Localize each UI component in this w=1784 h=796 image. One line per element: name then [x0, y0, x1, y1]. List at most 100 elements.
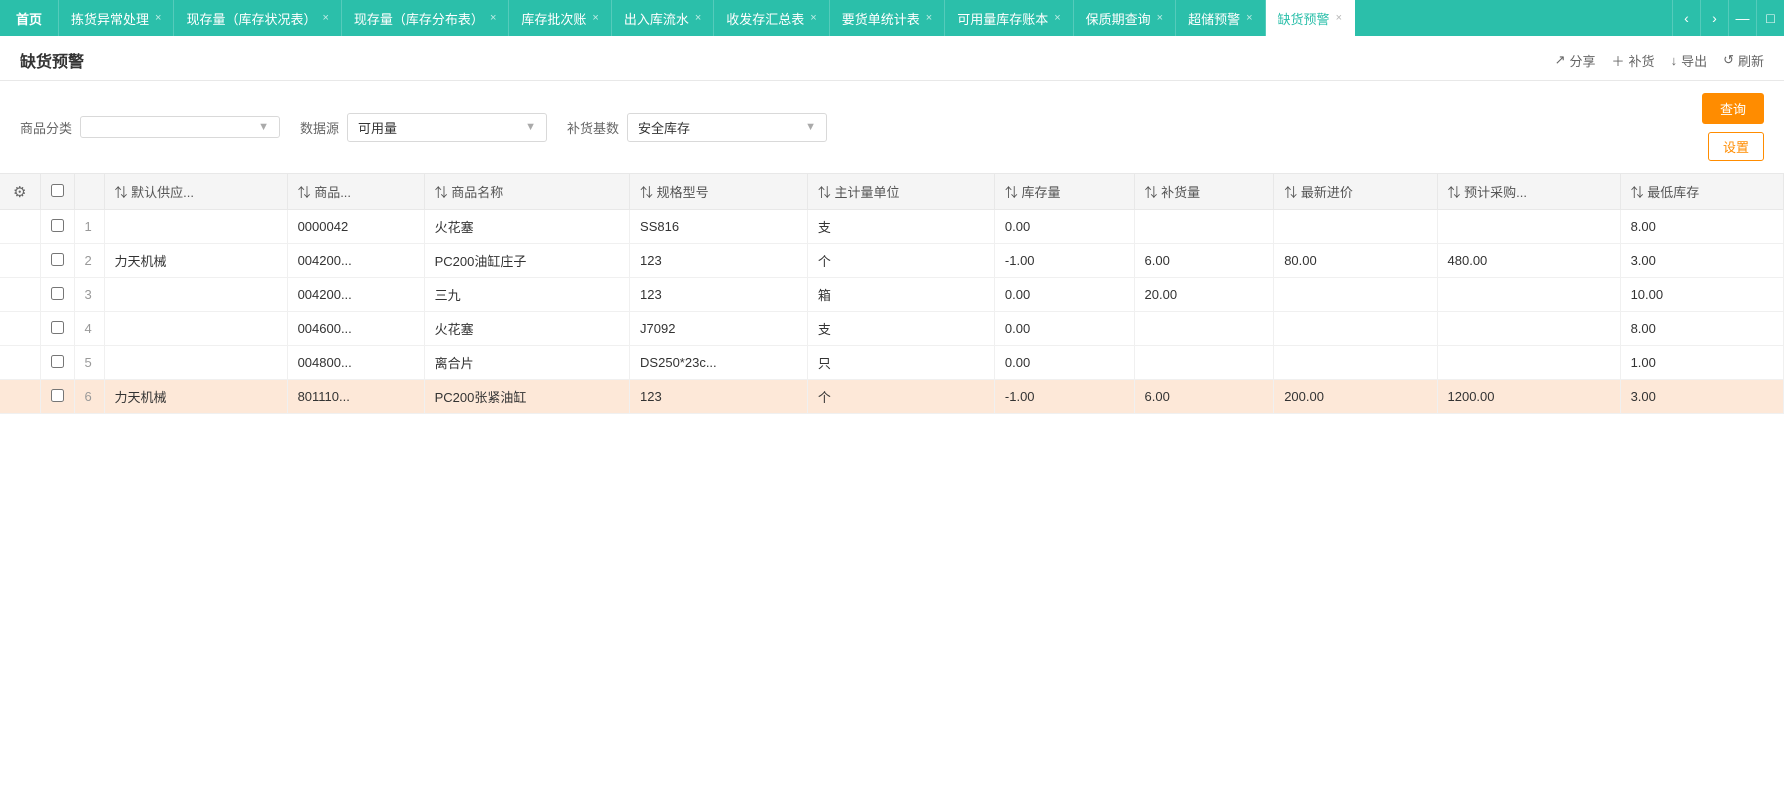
tab-item-2[interactable]: 现存量（库存状况表）×: [174, 0, 341, 36]
row-checkbox-3[interactable]: [51, 321, 64, 334]
column-latest-price[interactable]: ⇅ 最新进价: [1274, 174, 1437, 210]
row-checkbox-cell-0: [40, 210, 74, 244]
column-min-stock[interactable]: ⇅ 最低库存: [1620, 174, 1783, 210]
tab-close-5[interactable]: ×: [695, 12, 701, 24]
row-unit-0: 支: [807, 210, 994, 244]
tab-close-10[interactable]: ×: [1246, 12, 1252, 24]
tab-close-4[interactable]: ×: [592, 12, 598, 24]
row-stock-3: 0.00: [994, 312, 1134, 346]
row-checkbox-cell-4: [40, 346, 74, 380]
replenish-filter-group: 补货基数 安全库存 ▼: [567, 113, 827, 142]
datasource-select-value: 可用量: [358, 118, 397, 137]
tab-close-9[interactable]: ×: [1157, 12, 1163, 24]
row-code-4: 004800...: [287, 346, 424, 380]
row-gear-3: [0, 312, 40, 346]
column-row-num: [74, 174, 104, 210]
column-product-name[interactable]: ⇅ 商品名称: [424, 174, 629, 210]
row-spec-5: 123: [630, 380, 808, 414]
tab-item-1[interactable]: 拣货异常处理×: [59, 0, 174, 36]
row-spec-2: 123: [630, 278, 808, 312]
sort-icon-7: ⇅: [1145, 185, 1158, 200]
query-button[interactable]: 查询: [1702, 93, 1764, 124]
row-supplier-2: [104, 278, 287, 312]
sort-icon-10: ⇅: [1631, 185, 1644, 200]
column-default-supplier[interactable]: ⇅ 默认供应...: [104, 174, 287, 210]
tab-item-5[interactable]: 出入库流水×: [612, 0, 714, 36]
row-num-2: 3: [74, 278, 104, 312]
column-stock[interactable]: ⇅ 库存量: [994, 174, 1134, 210]
datasource-select[interactable]: 可用量 ▼: [347, 113, 547, 142]
window-maximize-button[interactable]: □: [1756, 0, 1784, 36]
row-stock-2: 0.00: [994, 278, 1134, 312]
row-replenish-qty-2: 20.00: [1134, 278, 1274, 312]
tab-item-10[interactable]: 超储预警×: [1176, 0, 1265, 36]
replenish-button[interactable]: ＋ 补货: [1612, 51, 1655, 70]
sort-icon: ⇅: [115, 185, 128, 200]
sort-icon-9: ⇅: [1448, 185, 1461, 200]
window-minimize-button[interactable]: —: [1728, 0, 1756, 36]
table-row: 1 0000042 火花塞 SS816 支 0.00 8.00: [0, 210, 1784, 244]
row-unit-3: 支: [807, 312, 994, 346]
row-stock-1: -1.00: [994, 244, 1134, 278]
column-replenish-qty[interactable]: ⇅ 补货量: [1134, 174, 1274, 210]
export-button[interactable]: ↓ 导出: [1671, 51, 1708, 70]
column-spec[interactable]: ⇅ 规格型号: [630, 174, 808, 210]
column-unit[interactable]: ⇅ 主计量单位: [807, 174, 994, 210]
row-num-5: 6: [74, 380, 104, 414]
tab-close-6[interactable]: ×: [810, 12, 816, 24]
row-checkbox-cell-5: [40, 380, 74, 414]
tab-item-11[interactable]: 缺货预警×: [1266, 0, 1355, 36]
tab-item-0[interactable]: 首页: [0, 0, 59, 36]
row-min-stock-1: 3.00: [1620, 244, 1783, 278]
share-button[interactable]: ↗ 分享: [1555, 51, 1596, 70]
table-wrapper: ⚙ ⇅ 默认供应... ⇅ 商品... ⇅ 商品名称: [0, 173, 1784, 414]
replenish-select[interactable]: 安全库存 ▼: [627, 113, 827, 142]
row-checkbox-5[interactable]: [51, 389, 64, 402]
refresh-icon: ↺: [1723, 52, 1734, 68]
column-estimated-purchase[interactable]: ⇅ 预计采购...: [1437, 174, 1620, 210]
tab-item-9[interactable]: 保质期查询×: [1074, 0, 1176, 36]
tab-item-4[interactable]: 库存批次账×: [509, 0, 611, 36]
filter-area: 商品分类 ▼ 数据源 可用量 ▼ 补货基数 安全库存 ▼ 查询 设置: [0, 81, 1784, 173]
row-supplier-0: [104, 210, 287, 244]
table-row: 4 004600... 火花塞 J7092 支 0.00 8.00: [0, 312, 1784, 346]
row-estimated-1: 480.00: [1437, 244, 1620, 278]
row-checkbox-4[interactable]: [51, 355, 64, 368]
tab-close-7[interactable]: ×: [926, 12, 932, 24]
row-replenish-qty-0: [1134, 210, 1274, 244]
row-unit-4: 只: [807, 346, 994, 380]
row-num-0: 1: [74, 210, 104, 244]
tab-item-6[interactable]: 收发存汇总表×: [714, 0, 829, 36]
tab-close-2[interactable]: ×: [322, 12, 328, 24]
tab-item-7[interactable]: 要货单统计表×: [830, 0, 945, 36]
tab-close-8[interactable]: ×: [1054, 12, 1060, 24]
replenish-base-label: 补货基数: [567, 118, 619, 137]
sort-icon-8: ⇅: [1284, 185, 1297, 200]
category-select[interactable]: ▼: [80, 116, 280, 138]
tab-close-1[interactable]: ×: [155, 12, 161, 24]
select-all-checkbox[interactable]: [51, 184, 64, 197]
tab-next-button[interactable]: ›: [1700, 0, 1728, 36]
tab-item-3[interactable]: 现存量（库存分布表）×: [342, 0, 509, 36]
row-latest-price-4: [1274, 346, 1437, 380]
refresh-button[interactable]: ↺ 刷新: [1723, 51, 1764, 70]
export-icon: ↓: [1671, 53, 1678, 68]
gear-icon[interactable]: ⚙: [13, 184, 26, 201]
row-name-4: 离合片: [424, 346, 629, 380]
row-checkbox-2[interactable]: [51, 287, 64, 300]
datasource-label: 数据源: [300, 118, 339, 137]
tab-item-8[interactable]: 可用量库存账本×: [945, 0, 1073, 36]
row-estimated-3: [1437, 312, 1620, 346]
row-checkbox-1[interactable]: [51, 253, 64, 266]
tab-close-11[interactable]: ×: [1336, 12, 1342, 24]
column-product-code[interactable]: ⇅ 商品...: [287, 174, 424, 210]
row-replenish-qty-4: [1134, 346, 1274, 380]
settings-button[interactable]: 设置: [1708, 132, 1764, 161]
row-num-4: 5: [74, 346, 104, 380]
table-row: 3 004200... 三九 123 箱 0.00 20.00 10.00: [0, 278, 1784, 312]
tab-prev-button[interactable]: ‹: [1672, 0, 1700, 36]
row-gear-0: [0, 210, 40, 244]
row-checkbox-0[interactable]: [51, 219, 64, 232]
row-code-5: 801110...: [287, 380, 424, 414]
tab-close-3[interactable]: ×: [490, 12, 496, 24]
